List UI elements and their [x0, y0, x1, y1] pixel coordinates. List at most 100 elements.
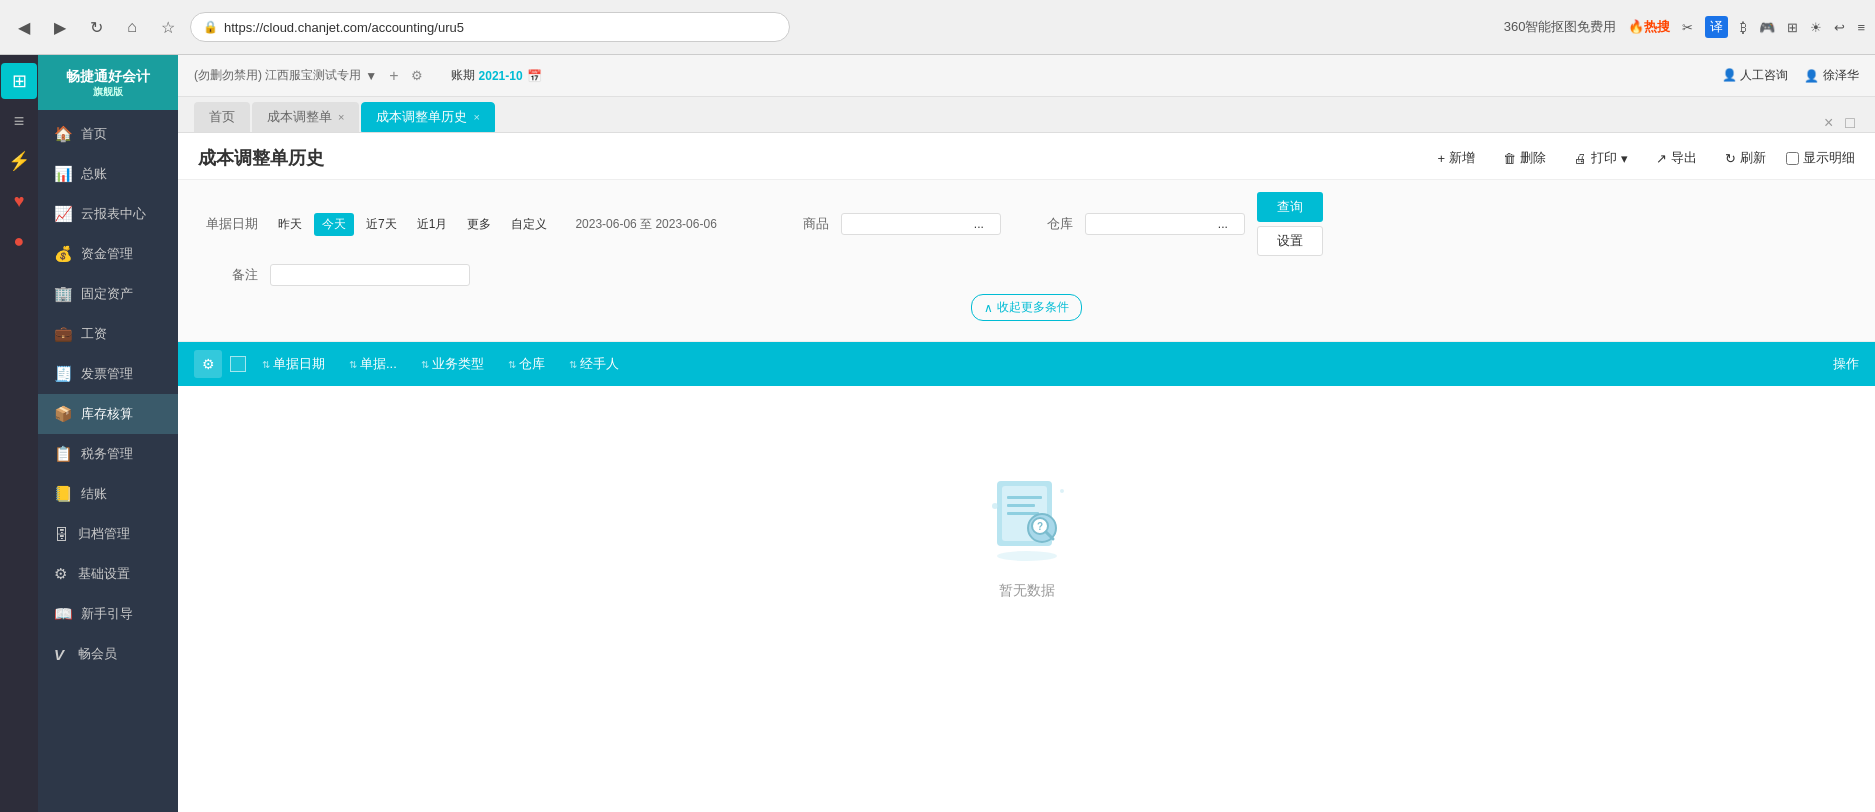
ssl-icon: 🔒: [203, 20, 218, 34]
sidebar-item-guide[interactable]: 📖 新手引导: [38, 594, 178, 634]
cut-tool[interactable]: ✂: [1682, 20, 1693, 35]
delete-btn[interactable]: 🗑 删除: [1495, 145, 1554, 171]
new-btn[interactable]: + 新增: [1429, 145, 1483, 171]
tab-cost-adjustment-history-close[interactable]: ×: [473, 111, 479, 123]
tab-home[interactable]: 首页: [194, 102, 250, 132]
col-header-warehouse[interactable]: ⇅ 仓库: [500, 355, 553, 373]
wallet-tool[interactable]: ₿: [1740, 20, 1747, 35]
sidebar-item-settings[interactable]: ⚙ 基础设置: [38, 554, 178, 594]
sidebar-item-inventory[interactable]: 📦 库存核算: [38, 394, 178, 434]
collapse-icon: ∧: [984, 301, 993, 315]
company-dropdown-icon: ▼: [365, 69, 377, 83]
funds-icon: 💰: [54, 245, 73, 263]
archive-icon: 🗄: [54, 526, 70, 543]
game-tool[interactable]: 🎮: [1759, 20, 1775, 35]
settings-filter-btn[interactable]: 设置: [1257, 226, 1323, 256]
close-window-btn[interactable]: ×: [1816, 114, 1841, 132]
col-header-date[interactable]: ⇅ 单据日期: [254, 355, 333, 373]
url-text: https://cloud.chanjet.com/accounting/uru…: [224, 20, 464, 35]
col-header-biztype[interactable]: ⇅ 业务类型: [413, 355, 492, 373]
sidebar-label-inventory: 库存核算: [81, 405, 133, 423]
date-btn-yesterday[interactable]: 昨天: [270, 213, 310, 236]
sidebar-item-tax[interactable]: 📋 税务管理: [38, 434, 178, 474]
sidebar-item-invoice[interactable]: 🧾 发票管理: [38, 354, 178, 394]
sidebar-item-home[interactable]: 🏠 首页: [38, 114, 178, 154]
user-avatar-icon: 👤: [1804, 69, 1819, 83]
table-settings-btn[interactable]: ⚙: [194, 350, 222, 378]
forward-button[interactable]: ▶: [46, 13, 74, 41]
vip-icon: V: [54, 646, 70, 663]
date-btn-custom[interactable]: 自定义: [503, 213, 555, 236]
filter-row-note: 备注: [198, 264, 1855, 286]
sidebar-item-funds[interactable]: 💰 资金管理: [38, 234, 178, 274]
page-title: 成本调整单历史: [198, 146, 324, 170]
customer-service-btn[interactable]: 👤 人工咨询: [1722, 67, 1788, 84]
user-btn[interactable]: 👤 徐泽华: [1804, 67, 1859, 84]
company-selector[interactable]: (勿删勿禁用) 江西服宝测试专用 ▼: [194, 67, 377, 84]
export-label: 导出: [1671, 149, 1697, 167]
print-btn[interactable]: 🖨 打印 ▾: [1566, 145, 1636, 171]
tab-cost-adjustment-label: 成本调整单: [267, 108, 332, 126]
sidebar-item-payroll[interactable]: 💼 工资: [38, 314, 178, 354]
svg-rect-4: [1007, 504, 1035, 507]
svg-text:?: ?: [1037, 521, 1043, 532]
query-btn[interactable]: 查询: [1257, 192, 1323, 222]
star-button[interactable]: ☆: [154, 13, 182, 41]
sidebar-item-ledger[interactable]: 📊 总账: [38, 154, 178, 194]
show-columns-checkbox[interactable]: [1786, 152, 1799, 165]
iconbar-item-dot[interactable]: ●: [1, 223, 37, 259]
goods-filter-select[interactable]: ...: [841, 213, 1001, 235]
select-all-checkbox[interactable]: [230, 356, 246, 372]
col-date-label: 单据日期: [273, 355, 325, 373]
closing-icon: 📒: [54, 485, 73, 503]
translate-tool[interactable]: 译: [1705, 16, 1728, 38]
collapse-label: 收起更多条件: [997, 299, 1069, 316]
calendar-icon[interactable]: 📅: [527, 69, 542, 83]
note-filter-input[interactable]: [270, 264, 470, 286]
empty-text: 暂无数据: [999, 582, 1055, 600]
date-btn-today[interactable]: 今天: [314, 213, 354, 236]
refresh-button[interactable]: ↻: [82, 13, 110, 41]
sidebar-item-vip[interactable]: V 畅会员: [38, 634, 178, 674]
svg-rect-5: [1007, 512, 1039, 515]
filter-area: 单据日期 昨天 今天 近7天 近1月 更多 自定义 2023-06-06 至 2…: [178, 180, 1875, 342]
date-btn-7days[interactable]: 近7天: [358, 213, 405, 236]
sidebar-item-archive[interactable]: 🗄 归档管理: [38, 514, 178, 554]
sidebar-item-reports[interactable]: 📈 云报表中心: [38, 194, 178, 234]
export-btn[interactable]: ↗ 导出: [1648, 145, 1705, 171]
undo-tool[interactable]: ↩: [1834, 20, 1845, 35]
home-button[interactable]: ⌂: [118, 13, 146, 41]
iconbar-item-list[interactable]: ≡: [1, 103, 37, 139]
sun-tool[interactable]: ☀: [1810, 20, 1822, 35]
grid-tool[interactable]: ⊞: [1787, 20, 1798, 35]
add-tab-btn[interactable]: +: [389, 67, 398, 85]
goods-filter-label: 商品: [769, 215, 829, 233]
warehouse-filter-select[interactable]: ...: [1085, 213, 1245, 235]
tab-cost-adjustment-history[interactable]: 成本调整单历史 ×: [361, 102, 494, 132]
col-header-handler[interactable]: ⇅ 经手人: [561, 355, 627, 373]
collapse-btn[interactable]: ∧ 收起更多条件: [971, 294, 1082, 321]
menu-tool[interactable]: ≡: [1857, 20, 1865, 35]
sidebar-nav: 🏠 首页 📊 总账 📈 云报表中心 💰 资金管理 🏢 固定资产 💼 工资: [38, 110, 178, 812]
tab-cost-adjustment-close[interactable]: ×: [338, 111, 344, 123]
show-columns-btn[interactable]: 显示明细: [1786, 149, 1855, 167]
col-header-doc[interactable]: ⇅ 单据...: [341, 355, 405, 373]
iconbar-item-home[interactable]: ⊞: [1, 63, 37, 99]
date-btn-1month[interactable]: 近1月: [409, 213, 456, 236]
url-bar[interactable]: 🔒 https://cloud.chanjet.com/accounting/u…: [190, 12, 790, 42]
minimize-btn[interactable]: □: [1841, 114, 1859, 132]
sidebar-item-assets[interactable]: 🏢 固定资产: [38, 274, 178, 314]
export-icon: ↗: [1656, 151, 1667, 166]
page-actions: + 新增 🗑 删除 🖨 打印 ▾ ↗ 导出: [1429, 145, 1855, 171]
topbar-settings-icon[interactable]: ⚙: [411, 68, 423, 83]
refresh-btn[interactable]: ↻ 刷新: [1717, 145, 1774, 171]
iconbar-item-heart[interactable]: ♥: [1, 183, 37, 219]
date-btn-more[interactable]: 更多: [459, 213, 499, 236]
sidebar-label-funds: 资金管理: [81, 245, 133, 263]
back-button[interactable]: ◀: [10, 13, 38, 41]
sidebar-item-closing[interactable]: 📒 结账: [38, 474, 178, 514]
icon-bar: ⊞ ≡ ⚡ ♥ ●: [0, 55, 38, 812]
iconbar-item-bolt[interactable]: ⚡: [1, 143, 37, 179]
page-area: 成本调整单历史 + 新增 🗑 删除 🖨 打印 ▾: [178, 133, 1875, 812]
tab-cost-adjustment[interactable]: 成本调整单 ×: [252, 102, 359, 132]
